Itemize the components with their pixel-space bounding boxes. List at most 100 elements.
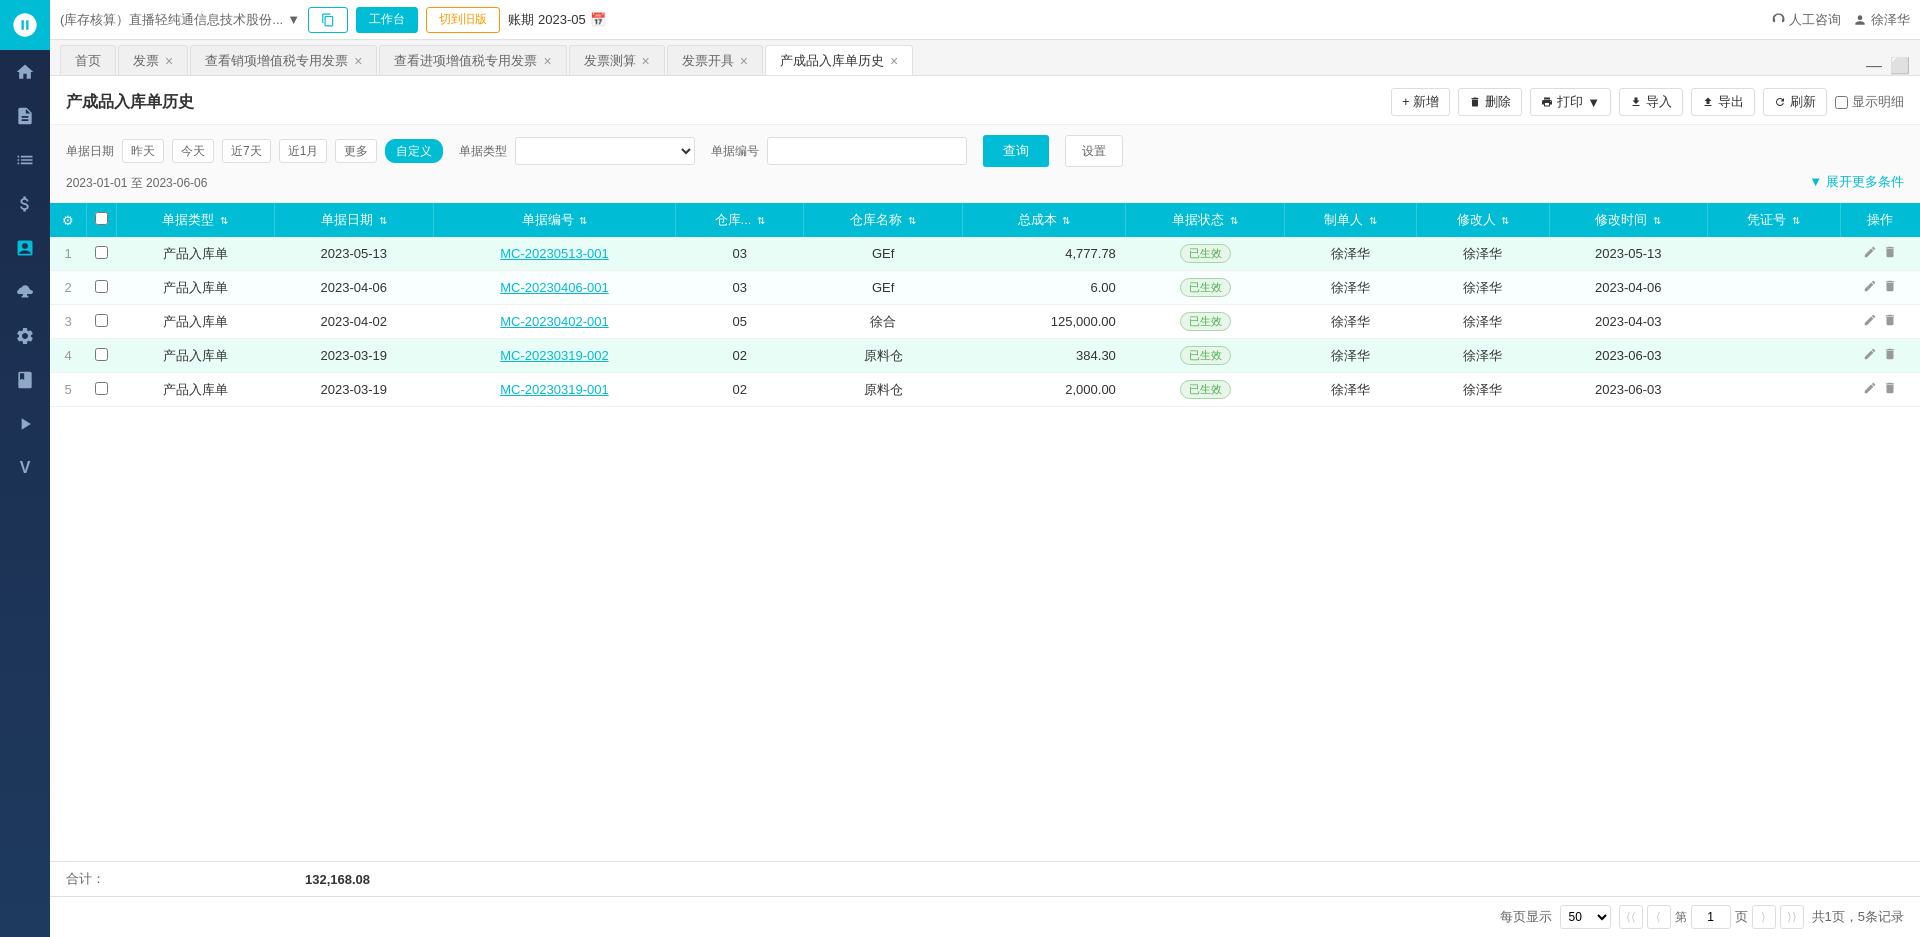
- sidebar-item-stamp[interactable]: [0, 270, 50, 314]
- col-total-cost[interactable]: 总成本 ⇅: [962, 203, 1125, 237]
- sidebar-item-money[interactable]: [0, 182, 50, 226]
- tab-home[interactable]: 首页: [60, 45, 116, 75]
- col-checkbox[interactable]: [86, 203, 116, 237]
- select-all-checkbox[interactable]: [95, 212, 108, 225]
- row-edit-icon-0[interactable]: [1863, 245, 1877, 262]
- date-1month-btn[interactable]: 近1月: [279, 139, 328, 163]
- delete-btn[interactable]: 删除: [1458, 88, 1522, 116]
- cell-checkbox-0[interactable]: [86, 237, 116, 271]
- display-detail-checkbox[interactable]: [1835, 96, 1848, 109]
- date-yesterday-btn[interactable]: 昨天: [122, 139, 164, 163]
- date-today-btn[interactable]: 今天: [172, 139, 214, 163]
- expand-filter-btn[interactable]: ▼ 展开更多条件: [1809, 173, 1904, 191]
- col-warehouse-name[interactable]: 仓库名称 ⇅: [804, 203, 963, 237]
- search-btn[interactable]: 查询: [983, 135, 1049, 167]
- new-btn[interactable]: + 新增: [1391, 88, 1450, 116]
- document-copy-btn[interactable]: [308, 7, 348, 33]
- cell-checkbox-1[interactable]: [86, 271, 116, 305]
- company-dropdown-icon[interactable]: ▼: [287, 12, 300, 27]
- sidebar-item-home[interactable]: [0, 50, 50, 94]
- col-modifier[interactable]: 修改人 ⇅: [1417, 203, 1549, 237]
- cell-checkbox-2[interactable]: [86, 305, 116, 339]
- export-btn[interactable]: 导出: [1691, 88, 1755, 116]
- col-modify-time[interactable]: 修改时间 ⇅: [1549, 203, 1708, 237]
- tab-product-history-close[interactable]: ×: [890, 54, 898, 68]
- cell-number-4[interactable]: MC-20230319-001: [433, 373, 676, 407]
- number-filter-input[interactable]: [767, 137, 967, 165]
- cell-checkbox-4[interactable]: [86, 373, 116, 407]
- sidebar-item-v[interactable]: V: [0, 446, 50, 490]
- tab-purchase-vat[interactable]: 查看进项增值税专用发票 ×: [379, 45, 566, 75]
- tab-purchase-vat-close[interactable]: ×: [543, 54, 551, 68]
- row-checkbox-0[interactable]: [95, 246, 108, 259]
- tab-sales-vat[interactable]: 查看销项增值税专用发票 ×: [190, 45, 377, 75]
- page-next-btn[interactable]: ⟩: [1752, 905, 1776, 929]
- col-voucher[interactable]: 凭证号 ⇅: [1708, 203, 1840, 237]
- reset-btn[interactable]: 设置: [1065, 135, 1123, 167]
- cell-number-0[interactable]: MC-20230513-001: [433, 237, 676, 271]
- switch-old-btn[interactable]: 切到旧版: [426, 7, 500, 33]
- row-delete-icon-4[interactable]: [1883, 381, 1897, 398]
- col-status[interactable]: 单据状态 ⇅: [1126, 203, 1285, 237]
- date-7days-btn[interactable]: 近7天: [222, 139, 271, 163]
- row-edit-icon-3[interactable]: [1863, 347, 1877, 364]
- user-menu[interactable]: 徐泽华: [1853, 11, 1910, 29]
- page-prev-btn[interactable]: ⟨: [1647, 905, 1671, 929]
- sidebar-item-chart[interactable]: [0, 138, 50, 182]
- cell-number-1[interactable]: MC-20230406-001: [433, 271, 676, 305]
- col-date[interactable]: 单据日期 ⇅: [275, 203, 434, 237]
- row-delete-icon-2[interactable]: [1883, 313, 1897, 330]
- page-first-btn[interactable]: ⟨⟨: [1619, 905, 1643, 929]
- per-page-select[interactable]: 50 20 100: [1560, 905, 1611, 929]
- row-edit-icon-4[interactable]: [1863, 381, 1877, 398]
- row-checkbox-1[interactable]: [95, 280, 108, 293]
- tab-maximize-btn[interactable]: ⬜: [1890, 56, 1910, 75]
- workbench-btn[interactable]: 工作台: [356, 7, 418, 33]
- row-delete-icon-3[interactable]: [1883, 347, 1897, 364]
- row-delete-icon-0[interactable]: [1883, 245, 1897, 262]
- print-dropdown-icon[interactable]: ▼: [1587, 95, 1600, 110]
- app-logo[interactable]: [0, 0, 50, 50]
- tab-invoice-issue[interactable]: 发票开具 ×: [667, 45, 763, 75]
- col-creator[interactable]: 制单人 ⇅: [1284, 203, 1416, 237]
- tab-invoice[interactable]: 发票 ×: [118, 45, 188, 75]
- page-number-input[interactable]: [1691, 905, 1731, 929]
- company-selector[interactable]: (库存核算）直播轻纯通信息技术股份... ▼: [60, 11, 300, 29]
- display-detail-label[interactable]: 显示明细: [1835, 93, 1904, 111]
- service-link[interactable]: 人工咨询: [1771, 11, 1841, 29]
- sidebar-item-book[interactable]: [0, 358, 50, 402]
- refresh-btn[interactable]: 刷新: [1763, 88, 1827, 116]
- tab-invoice-calc[interactable]: 发票测算 ×: [569, 45, 665, 75]
- row-checkbox-3[interactable]: [95, 348, 108, 361]
- tab-product-history[interactable]: 产成品入库单历史 ×: [765, 45, 913, 75]
- row-checkbox-2[interactable]: [95, 314, 108, 327]
- cell-checkbox-3[interactable]: [86, 339, 116, 373]
- row-edit-icon-1[interactable]: [1863, 279, 1877, 296]
- import-btn[interactable]: 导入: [1619, 88, 1683, 116]
- period-selector[interactable]: 账期 2023-05 📅: [508, 11, 606, 29]
- cell-number-2[interactable]: MC-20230402-001: [433, 305, 676, 339]
- row-checkbox-4[interactable]: [95, 382, 108, 395]
- row-delete-icon-1[interactable]: [1883, 279, 1897, 296]
- period-calendar-icon[interactable]: 📅: [590, 12, 606, 27]
- sidebar-item-active[interactable]: [0, 226, 50, 270]
- col-type[interactable]: 单据类型 ⇅: [116, 203, 275, 237]
- col-warehouse-code[interactable]: 仓库... ⇅: [676, 203, 804, 237]
- cell-number-3[interactable]: MC-20230319-002: [433, 339, 676, 373]
- date-custom-btn[interactable]: 自定义: [385, 139, 443, 163]
- sidebar-item-play[interactable]: [0, 402, 50, 446]
- settings-icon[interactable]: ⚙: [62, 213, 74, 228]
- tab-invoice-close[interactable]: ×: [165, 54, 173, 68]
- tab-invoice-calc-close[interactable]: ×: [642, 54, 650, 68]
- type-filter-select[interactable]: [515, 137, 695, 165]
- tab-invoice-issue-close[interactable]: ×: [740, 54, 748, 68]
- tab-sales-vat-close[interactable]: ×: [354, 54, 362, 68]
- sidebar-item-settings3[interactable]: [0, 314, 50, 358]
- date-more-btn[interactable]: 更多: [335, 139, 377, 163]
- tab-minimize-btn[interactable]: —: [1866, 57, 1882, 75]
- page-last-btn[interactable]: ⟩⟩: [1780, 905, 1804, 929]
- col-settings[interactable]: ⚙: [50, 203, 86, 237]
- sidebar-item-document[interactable]: [0, 94, 50, 138]
- print-btn[interactable]: 打印 ▼: [1530, 88, 1611, 116]
- col-number[interactable]: 单据编号 ⇅: [433, 203, 676, 237]
